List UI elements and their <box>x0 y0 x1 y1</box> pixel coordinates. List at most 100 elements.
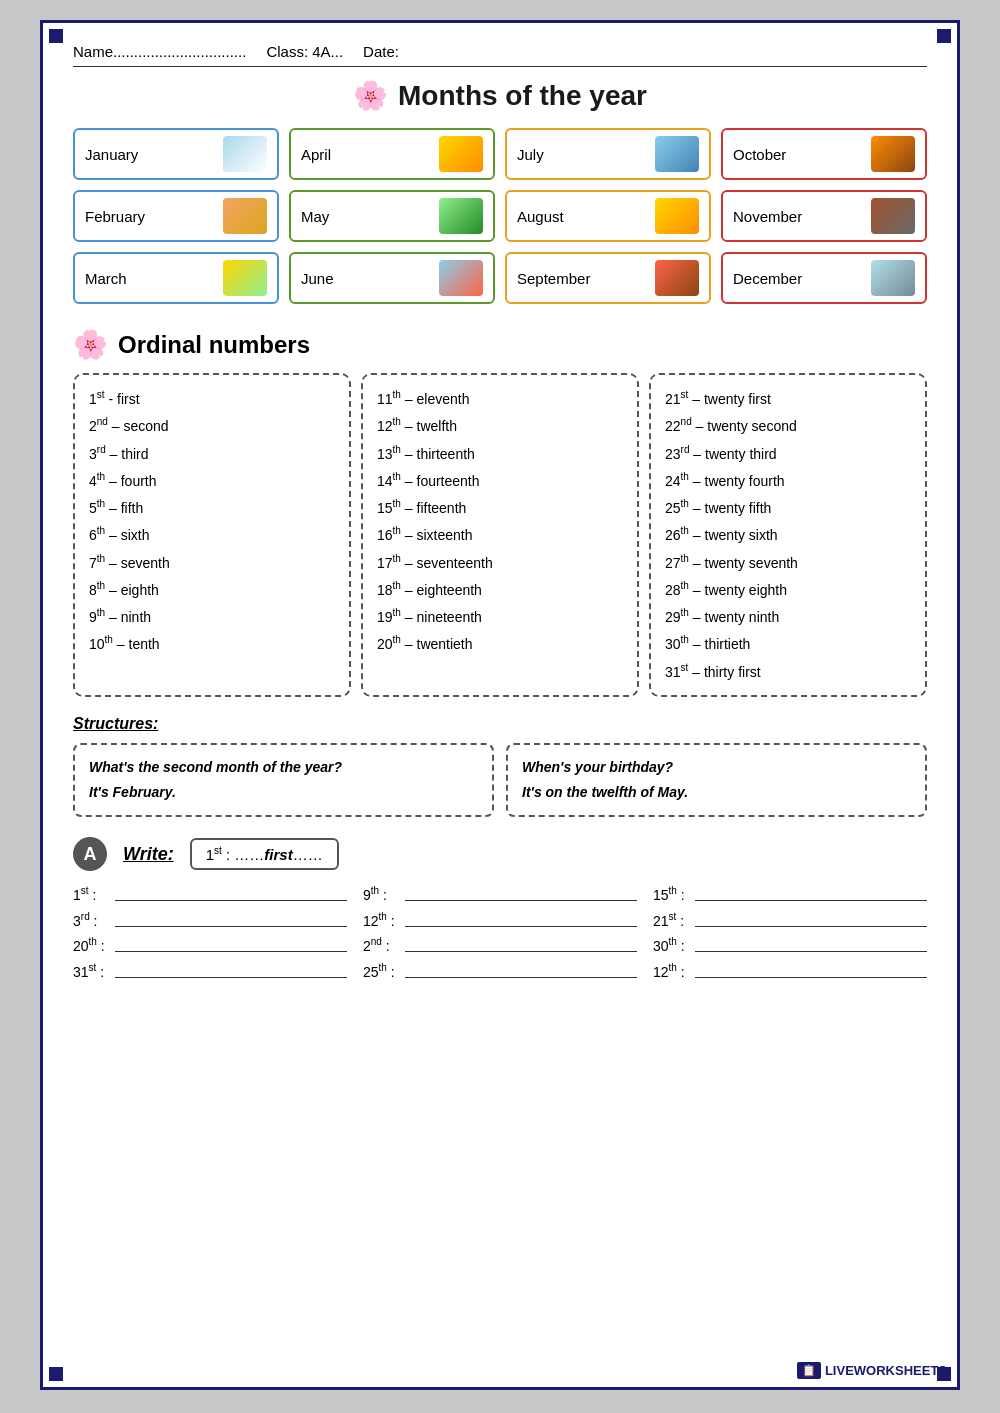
list-item: 19th – nineteenth <box>377 603 623 630</box>
structure-question-2: When's your birthday? <box>522 755 911 780</box>
month-image-jan <box>223 136 267 172</box>
ordinal-label: 3rd : <box>73 911 111 929</box>
lw-logo: 📋 <box>797 1362 821 1379</box>
list-item: 17th – seventeenth <box>377 549 623 576</box>
list-item: 13th – thirteenth <box>377 440 623 467</box>
class-label: Class: 4A... <box>266 43 343 60</box>
month-card-august: August <box>505 190 711 242</box>
month-image-jun <box>439 260 483 296</box>
ordinal-box-col1: 1st - first 2nd – second 3rd – third 4th… <box>73 373 351 697</box>
list-item: 28th – twenty eighth <box>665 576 911 603</box>
list-item: 14th – fourteenth <box>377 467 623 494</box>
write-row: 30th : <box>653 936 927 954</box>
ordinal-label: 30th : <box>653 936 691 954</box>
name-label: Name................................ <box>73 43 246 60</box>
ordinal-label: 31st : <box>73 962 111 980</box>
flower-icon: 🌸 <box>353 79 388 112</box>
ordinal-label: 2nd : <box>363 936 401 954</box>
answer-line[interactable] <box>115 913 347 927</box>
ordinal-label: 12th : <box>653 962 691 980</box>
write-col-3: 15th : 21st : 30th : 12th : <box>653 885 927 988</box>
write-row: 25th : <box>363 962 637 980</box>
write-section: A Write: 1st : ……first…… 1st : 3rd : 20t… <box>73 837 927 988</box>
answer-line[interactable] <box>695 913 927 927</box>
write-label: Write: <box>123 844 174 865</box>
ordinal-label: 25th : <box>363 962 401 980</box>
structures-title: Structures: <box>73 715 927 733</box>
structure-answer-1: It's February. <box>89 780 478 805</box>
month-card-november: November <box>721 190 927 242</box>
write-row: 12th : <box>653 962 927 980</box>
month-label: April <box>301 146 439 163</box>
month-label: July <box>517 146 655 163</box>
list-item: 11th – eleventh <box>377 385 623 412</box>
month-image-dec <box>871 260 915 296</box>
list-item: 27th – twenty seventh <box>665 549 911 576</box>
write-col-2: 9th : 12th : 2nd : 25th : <box>363 885 637 988</box>
month-image-may <box>439 198 483 234</box>
list-item: 23rd – twenty third <box>665 440 911 467</box>
answer-line[interactable] <box>695 964 927 978</box>
answer-line[interactable] <box>695 887 927 901</box>
answer-line[interactable] <box>405 913 637 927</box>
months-title: Months of the year <box>398 80 647 112</box>
list-item: 8th – eighth <box>89 576 335 603</box>
answer-line[interactable] <box>405 964 637 978</box>
answer-line[interactable] <box>405 887 637 901</box>
worksheet-page: Name................................ Cla… <box>40 20 960 1390</box>
list-item: 30th – thirtieth <box>665 630 911 657</box>
structure-box-2: When's your birthday? It's on the twelft… <box>506 743 927 817</box>
month-label: March <box>85 270 223 287</box>
write-col-1: 1st : 3rd : 20th : 31st : <box>73 885 347 988</box>
write-row: 31st : <box>73 962 347 980</box>
ordinal-box-col2: 11th – eleventh 12th – twelfth 13th – th… <box>361 373 639 697</box>
list-item: 1st - first <box>89 385 335 412</box>
list-item: 2nd – second <box>89 412 335 439</box>
date-label: Date: <box>363 43 399 60</box>
month-card-december: December <box>721 252 927 304</box>
ordinal-label: 9th : <box>363 885 401 903</box>
ordinal-label: 1st : <box>73 885 111 903</box>
list-item: 24th – twenty fourth <box>665 467 911 494</box>
ordinal-label: 20th : <box>73 936 111 954</box>
list-item: 9th – ninth <box>89 603 335 630</box>
flower-icon-2: 🌸 <box>73 328 108 361</box>
write-row: 15th : <box>653 885 927 903</box>
answer-line[interactable] <box>115 938 347 952</box>
list-item: 3rd – third <box>89 440 335 467</box>
example-box: 1st : ……first…… <box>190 838 339 870</box>
ordinal-box-col3: 21st – twenty first 22nd – twenty second… <box>649 373 927 697</box>
month-label: February <box>85 208 223 225</box>
month-image-mar <box>223 260 267 296</box>
ordinal-title-row: 🌸 Ordinal numbers <box>73 328 927 361</box>
list-item: 21st – twenty first <box>665 385 911 412</box>
month-image-oct <box>871 136 915 172</box>
section-letter: A <box>73 837 107 871</box>
month-image-nov <box>871 198 915 234</box>
structure-question-1: What's the second month of the year? <box>89 755 478 780</box>
list-item: 29th – twenty ninth <box>665 603 911 630</box>
answer-line[interactable] <box>115 964 347 978</box>
list-item: 18th – eighteenth <box>377 576 623 603</box>
month-label: November <box>733 208 871 225</box>
month-card-june: June <box>289 252 495 304</box>
answer-line[interactable] <box>405 938 637 952</box>
month-card-september: September <box>505 252 711 304</box>
footer: 📋 LIVEWORKSHEETS <box>797 1362 947 1379</box>
answer-line[interactable] <box>695 938 927 952</box>
list-item: 26th – twenty sixth <box>665 521 911 548</box>
ordinal-label: 12th : <box>363 911 401 929</box>
ordinal-label: 15th : <box>653 885 691 903</box>
ordinal-label: 21st : <box>653 911 691 929</box>
structure-answer-2: It's on the twelfth of May. <box>522 780 911 805</box>
month-image-feb <box>223 198 267 234</box>
list-item: 7th – seventh <box>89 549 335 576</box>
footer-text: LIVEWORKSHEETS <box>825 1363 947 1378</box>
structure-box-1: What's the second month of the year? It'… <box>73 743 494 817</box>
month-image-sep <box>655 260 699 296</box>
list-item: 15th – fifteenth <box>377 494 623 521</box>
answer-line[interactable] <box>115 887 347 901</box>
list-item: 20th – twentieth <box>377 630 623 657</box>
list-item: 4th – fourth <box>89 467 335 494</box>
list-item: 25th – twenty fifth <box>665 494 911 521</box>
